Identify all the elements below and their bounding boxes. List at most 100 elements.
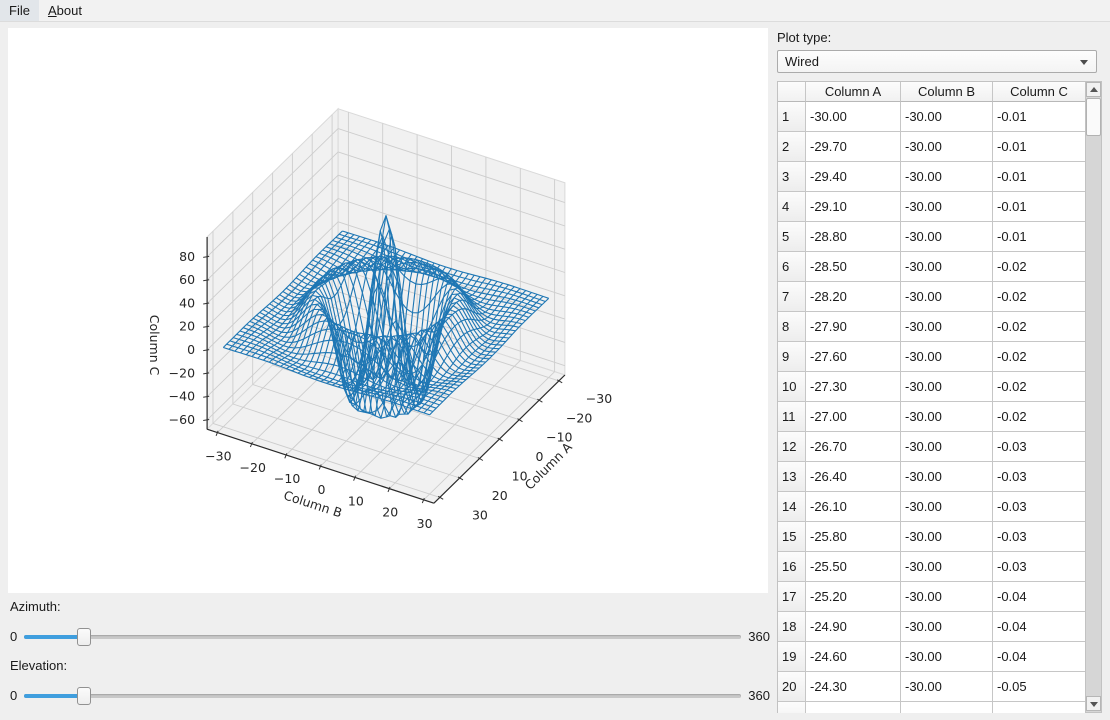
table-cell[interactable]: -0.04 xyxy=(993,642,1086,672)
table-cell[interactable]: -0.03 xyxy=(993,462,1086,492)
table-cell[interactable]: -30.00 xyxy=(901,582,993,612)
table-cell[interactable]: -28.50 xyxy=(806,252,901,282)
row-number[interactable]: 6 xyxy=(778,252,806,282)
table-cell[interactable]: -27.00 xyxy=(806,402,901,432)
row-number[interactable]: 17 xyxy=(778,582,806,612)
table-cell[interactable]: -28.80 xyxy=(806,222,901,252)
row-number[interactable]: 1 xyxy=(778,102,806,132)
table-cell[interactable]: -0.02 xyxy=(993,282,1086,312)
row-number[interactable]: 2 xyxy=(778,132,806,162)
plot-type-select[interactable]: Wired xyxy=(777,50,1097,73)
table-cell[interactable]: -30.00 xyxy=(901,552,993,582)
scrollbar-thumb[interactable] xyxy=(1086,98,1101,136)
table-cell[interactable]: -30.00 xyxy=(901,402,993,432)
row-number[interactable] xyxy=(778,702,806,713)
table-cell[interactable]: -26.70 xyxy=(806,432,901,462)
table-cell[interactable]: -0.02 xyxy=(993,252,1086,282)
row-number[interactable]: 11 xyxy=(778,402,806,432)
elevation-slider[interactable] xyxy=(24,687,741,705)
table-cell[interactable]: -0.03 xyxy=(993,522,1086,552)
table-cell[interactable]: -29.10 xyxy=(806,192,901,222)
elevation-slider-track[interactable] xyxy=(24,694,741,698)
table-cell[interactable]: -0.02 xyxy=(993,372,1086,402)
row-number[interactable]: 4 xyxy=(778,192,806,222)
table-cell[interactable]: -0.01 xyxy=(993,162,1086,192)
column-header-column-b[interactable]: Column B xyxy=(901,82,993,102)
table-cell[interactable]: -30.00 xyxy=(901,132,993,162)
row-number[interactable]: 18 xyxy=(778,612,806,642)
table-cell[interactable]: -30.00 xyxy=(806,102,901,132)
table-cell[interactable]: -0.04 xyxy=(993,612,1086,642)
table-cell[interactable]: -27.90 xyxy=(806,312,901,342)
table-cell[interactable]: -0.01 xyxy=(993,132,1086,162)
table-cell[interactable]: -25.80 xyxy=(806,522,901,552)
table-cell[interactable]: -30.00 xyxy=(901,342,993,372)
table-cell[interactable]: -0.03 xyxy=(993,552,1086,582)
table-cell[interactable]: -30.00 xyxy=(901,312,993,342)
row-number[interactable]: 19 xyxy=(778,642,806,672)
menu-item-file[interactable]: File xyxy=(0,0,39,21)
azimuth-slider-track[interactable] xyxy=(24,635,741,639)
table-cell[interactable]: -30.00 xyxy=(901,492,993,522)
column-header-column-a[interactable]: Column A xyxy=(806,82,901,102)
row-number[interactable]: 15 xyxy=(778,522,806,552)
table-cell[interactable]: -27.30 xyxy=(806,372,901,402)
row-number[interactable]: 12 xyxy=(778,432,806,462)
table-cell[interactable]: -30.00 xyxy=(901,642,993,672)
table-cell[interactable] xyxy=(901,702,993,713)
table-cell[interactable] xyxy=(806,702,901,713)
table-cell[interactable]: -0.02 xyxy=(993,312,1086,342)
table-cell[interactable]: -30.00 xyxy=(901,372,993,402)
row-number[interactable]: 16 xyxy=(778,552,806,582)
table-cell[interactable]: -30.00 xyxy=(901,192,993,222)
scroll-up-button[interactable] xyxy=(1086,82,1101,97)
row-number[interactable]: 13 xyxy=(778,462,806,492)
table-cell[interactable]: -29.70 xyxy=(806,132,901,162)
table-cell[interactable]: -30.00 xyxy=(901,612,993,642)
table-cell[interactable]: -25.50 xyxy=(806,552,901,582)
row-number[interactable]: 8 xyxy=(778,312,806,342)
table-cell[interactable]: -0.03 xyxy=(993,492,1086,522)
table-corner-header[interactable] xyxy=(778,82,806,102)
table-cell[interactable]: -30.00 xyxy=(901,282,993,312)
table-cell[interactable]: -0.01 xyxy=(993,102,1086,132)
table-cell[interactable]: -29.40 xyxy=(806,162,901,192)
menu-item-about[interactable]: About xyxy=(39,0,91,21)
column-header-column-c[interactable]: Column C xyxy=(993,82,1086,102)
table-cell[interactable]: -0.03 xyxy=(993,432,1086,462)
table-cell[interactable]: -30.00 xyxy=(901,252,993,282)
row-number[interactable]: 5 xyxy=(778,222,806,252)
table-cell[interactable]: -0.05 xyxy=(993,672,1086,702)
table-cell[interactable]: -30.00 xyxy=(901,222,993,252)
table-cell[interactable]: -0.01 xyxy=(993,192,1086,222)
table-cell[interactable]: -30.00 xyxy=(901,432,993,462)
azimuth-slider[interactable] xyxy=(24,628,741,646)
row-number[interactable]: 14 xyxy=(778,492,806,522)
table-cell[interactable]: -27.60 xyxy=(806,342,901,372)
row-number[interactable]: 20 xyxy=(778,672,806,702)
table-cell[interactable]: -25.20 xyxy=(806,582,901,612)
row-number[interactable]: 9 xyxy=(778,342,806,372)
table-cell[interactable]: -30.00 xyxy=(901,162,993,192)
table-cell[interactable]: -30.00 xyxy=(901,102,993,132)
row-number[interactable]: 10 xyxy=(778,372,806,402)
row-number[interactable]: 3 xyxy=(778,162,806,192)
table-cell[interactable]: -24.30 xyxy=(806,672,901,702)
table-cell[interactable]: -24.60 xyxy=(806,642,901,672)
table-cell[interactable]: -26.40 xyxy=(806,462,901,492)
table-cell[interactable]: -26.10 xyxy=(806,492,901,522)
table-cell[interactable]: -0.02 xyxy=(993,342,1086,372)
table-cell[interactable]: -30.00 xyxy=(901,672,993,702)
table-cell[interactable]: -28.20 xyxy=(806,282,901,312)
row-number[interactable]: 7 xyxy=(778,282,806,312)
table-cell[interactable]: -24.90 xyxy=(806,612,901,642)
table-scrollbar[interactable] xyxy=(1085,81,1102,713)
table-cell[interactable] xyxy=(993,702,1086,713)
table-cell[interactable]: -0.04 xyxy=(993,582,1086,612)
table-cell[interactable]: -30.00 xyxy=(901,522,993,552)
table-cell[interactable]: -30.00 xyxy=(901,462,993,492)
azimuth-slider-handle[interactable] xyxy=(77,628,91,646)
table-cell[interactable]: -0.01 xyxy=(993,222,1086,252)
elevation-slider-handle[interactable] xyxy=(77,687,91,705)
scroll-down-button[interactable] xyxy=(1086,696,1101,711)
